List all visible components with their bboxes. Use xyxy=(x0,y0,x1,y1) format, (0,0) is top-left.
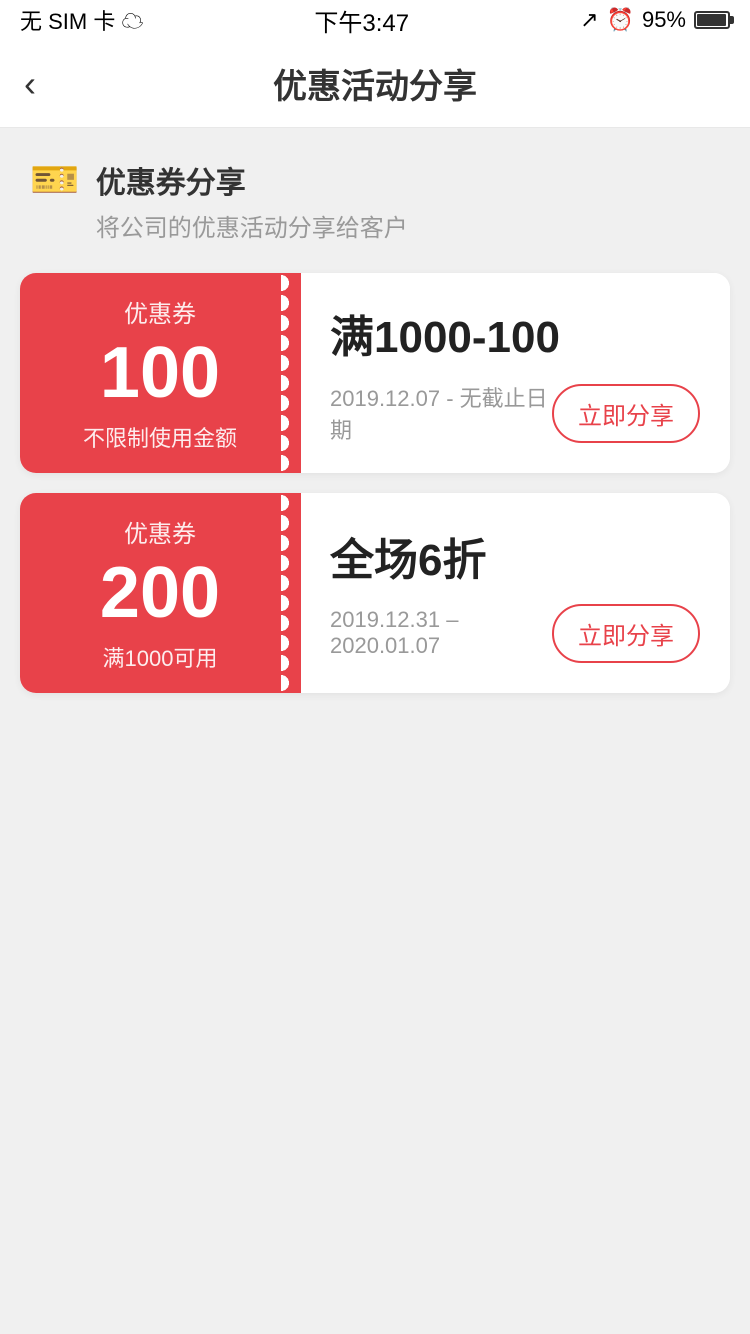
coupon-date-2: 2019.12.31 – 2020.01.07 xyxy=(330,607,552,659)
coupon-icon: 🎫 xyxy=(30,160,80,200)
coupon-condition-1: 不限制使用金额 xyxy=(83,421,237,453)
signal-text: 无 SIM 卡 ☁ xyxy=(20,4,143,36)
section-text: 优惠券分享 将公司的优惠活动分享给客户 xyxy=(96,158,408,243)
coupon-amount-2: 200 xyxy=(100,557,220,629)
coupon-amount-1: 100 xyxy=(100,337,220,409)
coupon-card-2: 优惠券 200 满1000可用 全场6折 2019.12.31 – 2020.0… xyxy=(20,493,730,693)
page-title: 优惠活动分享 xyxy=(273,59,477,108)
coupon-right-2: 全场6折 2019.12.31 – 2020.01.07 立即分享 xyxy=(300,493,730,693)
coupon-right-1: 满1000-100 2019.12.07 - 无截止日期 立即分享 xyxy=(300,273,730,473)
coupon-left-2: 优惠券 200 满1000可用 xyxy=(20,493,300,693)
status-left: 无 SIM 卡 ☁ xyxy=(20,4,143,36)
coupon-name-2: 全场6折 xyxy=(330,524,700,588)
coupon-info-row-1: 2019.12.07 - 无截止日期 立即分享 xyxy=(330,381,700,445)
coupon-left-1: 优惠券 100 不限制使用金额 xyxy=(20,273,300,473)
coupon-label-1: 优惠券 xyxy=(124,294,196,329)
coupon-name-1: 满1000-100 xyxy=(330,301,700,365)
coupon-label-2: 优惠券 xyxy=(124,514,196,549)
status-right: ↗ ⏰ 95% xyxy=(580,7,730,33)
back-button[interactable]: ‹ xyxy=(24,63,36,105)
alarm-icon: ⏰ xyxy=(607,7,634,33)
coupon-card-1: 优惠券 100 不限制使用金额 满1000-100 2019.12.07 - 无… xyxy=(20,273,730,473)
coupon-list: 优惠券 100 不限制使用金额 满1000-100 2019.12.07 - 无… xyxy=(0,273,750,693)
section-subtitle: 将公司的优惠活动分享给客户 xyxy=(96,208,408,243)
battery-icon xyxy=(694,11,730,29)
section-header: 🎫 优惠券分享 将公司的优惠活动分享给客户 xyxy=(0,128,750,263)
bottom-space xyxy=(0,693,750,1193)
section-title: 优惠券分享 xyxy=(96,158,408,202)
location-icon: ↗ xyxy=(580,7,598,33)
coupon-condition-2: 满1000可用 xyxy=(103,641,218,673)
share-button-2[interactable]: 立即分享 xyxy=(552,604,700,663)
nav-bar: ‹ 优惠活动分享 xyxy=(0,40,750,128)
status-bar: 无 SIM 卡 ☁ 下午3:47 ↗ ⏰ 95% xyxy=(0,0,750,40)
coupon-date-1: 2019.12.07 - 无截止日期 xyxy=(330,381,552,445)
coupon-info-row-2: 2019.12.31 – 2020.01.07 立即分享 xyxy=(330,604,700,663)
battery-fill xyxy=(697,14,726,26)
status-time: 下午3:47 xyxy=(314,3,409,38)
share-button-1[interactable]: 立即分享 xyxy=(552,384,700,443)
battery-percent: 95% xyxy=(642,7,686,33)
